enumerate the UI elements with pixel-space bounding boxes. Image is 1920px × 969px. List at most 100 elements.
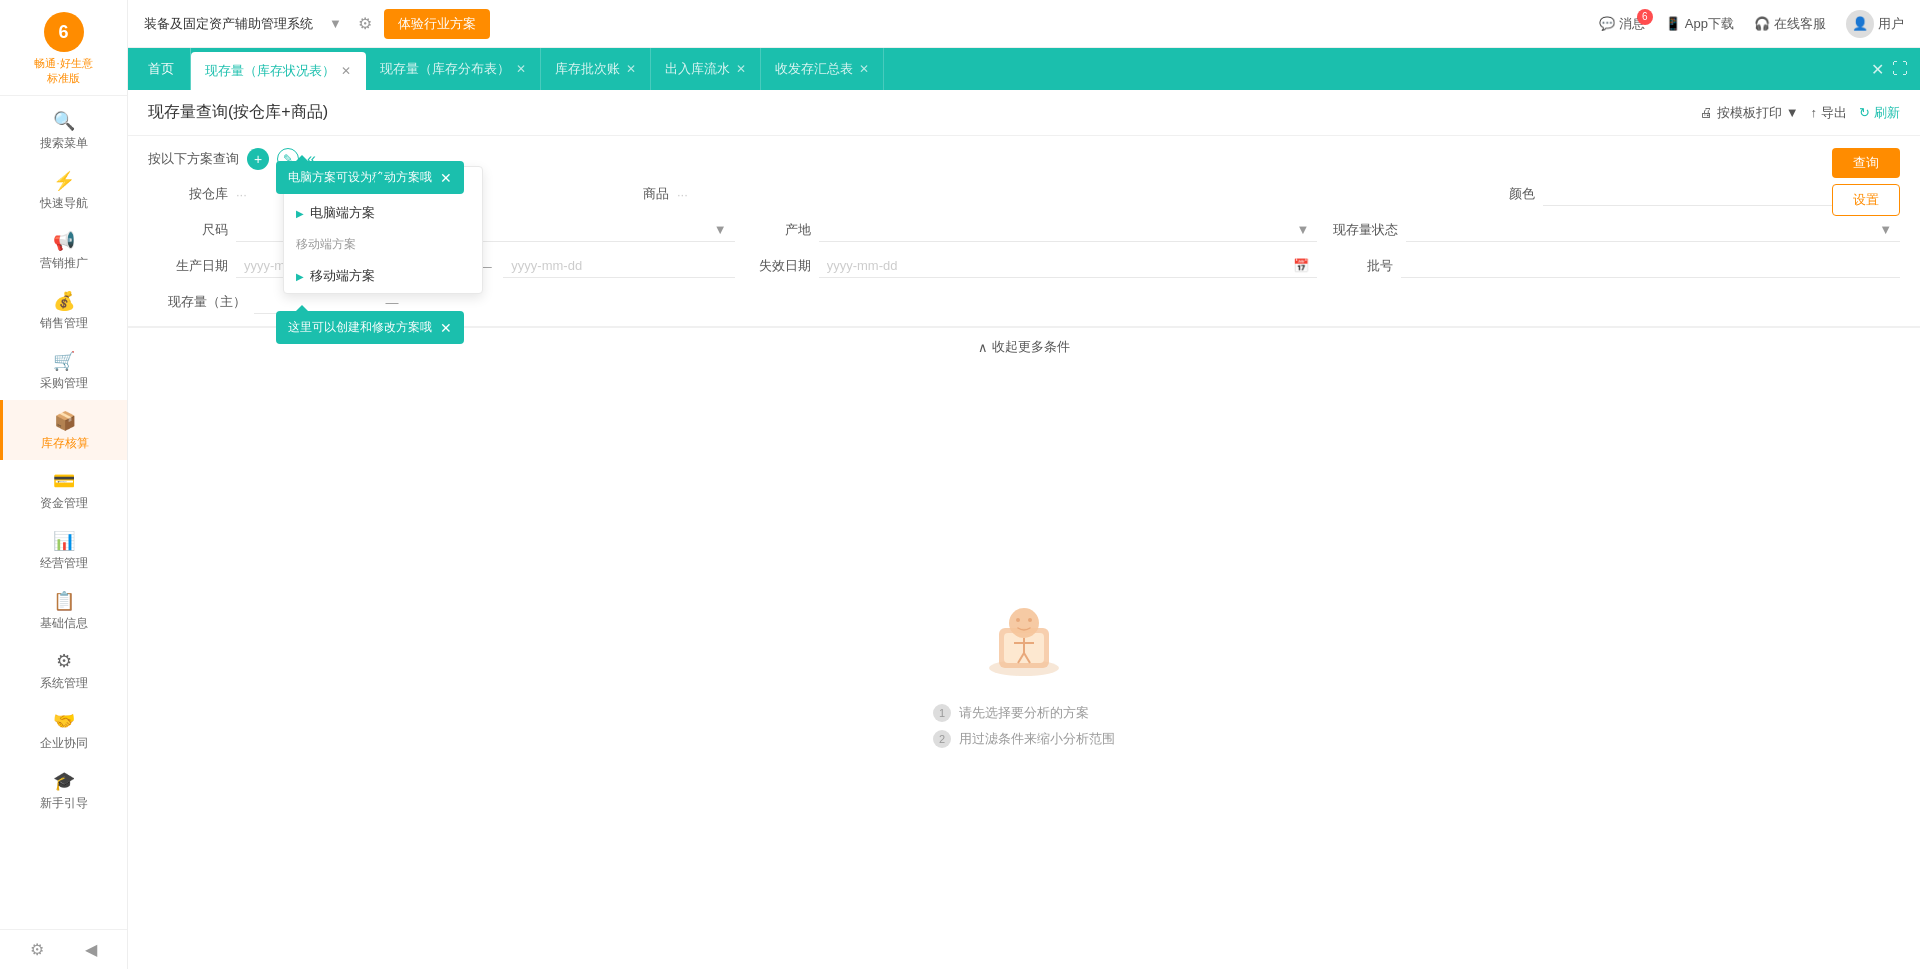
filter-action-buttons: 查询 设置	[1832, 148, 1900, 216]
tab-inventory-status[interactable]: 现存量（库存状况表） ✕	[191, 52, 366, 90]
scheme-item-pc[interactable]: ▶ 电脑端方案	[284, 196, 482, 230]
tab-batch-ledger[interactable]: 库存批次账 ✕	[541, 48, 651, 90]
sidebar-item-operations[interactable]: 📊 经营管理	[0, 520, 127, 580]
online-support-button[interactable]: 🎧 在线客服	[1754, 15, 1826, 33]
sidebar-item-guide[interactable]: 🎓 新手引导	[0, 760, 127, 820]
headset-icon: 🎧	[1754, 16, 1770, 31]
tab-inventory-dist[interactable]: 现存量（库存分布表） ✕	[366, 48, 541, 90]
content-area: 现存量查询(按仓库+商品) 🖨 按模板打印 ▼ ↑ 导出 ↻ 刷新	[128, 90, 1920, 969]
scheme-item-label-pc: 电脑端方案	[310, 204, 375, 222]
tab-close-receive-summary[interactable]: ✕	[859, 62, 869, 76]
user-menu[interactable]: 👤 用户	[1846, 10, 1904, 38]
filter-cell-batch: 批号	[1333, 254, 1900, 278]
svg-point-4	[1016, 618, 1020, 622]
batch-label: 批号	[1333, 257, 1393, 275]
search-button[interactable]: 查询	[1832, 148, 1900, 178]
filter-cell-origin: 产地 ▼	[751, 218, 1318, 242]
trial-button[interactable]: 体验行业方案	[384, 9, 490, 39]
origin-label: 产地	[751, 221, 811, 239]
size-label: 尺码	[168, 221, 228, 239]
scheme-item-mobile[interactable]: ▶ 移动端方案	[284, 259, 482, 293]
operations-nav-icon: 📊	[53, 530, 75, 552]
collapse-button[interactable]: ∧ 收起更多条件	[978, 338, 1070, 356]
refresh-icon: ↻	[1859, 105, 1870, 120]
stock-status-select-arrow-icon: ▼	[1879, 222, 1892, 237]
scheme-tooltip-1: 电脑方案可设为移动方案哦 ✕	[276, 161, 464, 194]
collapse-sidebar-icon[interactable]: ◀	[85, 940, 97, 959]
tab-close-inventory-status[interactable]: ✕	[341, 64, 351, 78]
stock-status-select[interactable]: ▼	[1406, 218, 1900, 242]
tab-close-all-icon[interactable]: ✕	[1871, 60, 1884, 79]
page-content: 现存量查询(按仓库+商品) 🖨 按模板打印 ▼ ↑ 导出 ↻ 刷新	[128, 90, 1920, 969]
tab-close-batch-ledger[interactable]: ✕	[626, 62, 636, 76]
export-button[interactable]: ↑ 导出	[1811, 104, 1848, 122]
sidebar-item-sales[interactable]: 💰 销售管理	[0, 280, 127, 340]
tab-in-out-flow[interactable]: 出入库流水 ✕	[651, 48, 761, 90]
sidebar-item-inventory[interactable]: 📦 库存核算	[0, 400, 127, 460]
dropdown-arrow-icon: ▼	[329, 16, 342, 31]
exp-date-start-input[interactable]	[827, 258, 1290, 273]
empty-state: 1 请先选择要分析的方案 2 用过滤条件来缩小分析范围	[128, 366, 1920, 969]
tab-receive-summary[interactable]: 收发存汇总表 ✕	[761, 48, 884, 90]
filter-area: 按以下方案查询 + ✎ « 电脑方案可设为移动方案哦 ✕ 电脑端方案 ▶ 电脑端…	[128, 136, 1920, 327]
scheme-arrow-mobile-icon: ▶	[296, 271, 304, 282]
warehouse-dots[interactable]: ···	[236, 187, 247, 202]
color-label: 颜色	[1475, 185, 1535, 203]
sidebar-item-basic[interactable]: 📋 基础信息	[0, 580, 127, 640]
origin-select[interactable]: ▼	[819, 218, 1318, 242]
warehouse-label: 按仓库	[168, 185, 228, 203]
batch-input[interactable]	[1401, 254, 1900, 278]
sidebar-item-finance[interactable]: 💳 资金管理	[0, 460, 127, 520]
print-button[interactable]: 🖨 按模板打印 ▼	[1700, 104, 1799, 122]
exp-date-label: 失效日期	[751, 257, 811, 275]
scheme-group-mobile-title: 移动端方案	[284, 230, 482, 259]
tooltip2-close-button[interactable]: ✕	[440, 320, 452, 336]
sidebar-item-system[interactable]: ⚙ 系统管理	[0, 640, 127, 700]
page-actions: 🖨 按模板打印 ▼ ↑ 导出 ↻ 刷新	[1700, 104, 1900, 122]
message-icon: 💬	[1599, 16, 1615, 31]
goods-dots[interactable]: ···	[677, 187, 688, 202]
sidebar-item-marketing[interactable]: 📢 营销推广	[0, 220, 127, 280]
origin-select-arrow-icon: ▼	[1296, 222, 1309, 237]
tip-num-2: 2	[933, 730, 951, 748]
tab-bar: 首页 现存量（库存状况表） ✕ 现存量（库存分布表） ✕ 库存批次账 ✕ 出入库…	[128, 48, 1920, 90]
sidebar: 6 畅通·好生意 标准版 🔍 搜索菜单 ⚡ 快速导航 📢 营销推广 💰 销售管理…	[0, 0, 128, 969]
page-header: 现存量查询(按仓库+商品) 🖨 按模板打印 ▼ ↑ 导出 ↻ 刷新	[128, 90, 1920, 136]
app-download-button[interactable]: 📱 App下载	[1665, 15, 1734, 33]
mobile-icon: 📱	[1665, 16, 1681, 31]
exp-date-calendar-icon[interactable]: 📅	[1293, 258, 1309, 273]
sales-nav-icon: 💰	[53, 290, 75, 312]
sidebar-item-quick[interactable]: ⚡ 快速导航	[0, 160, 127, 220]
finance-nav-icon: 💳	[53, 470, 75, 492]
basic-nav-icon: 📋	[53, 590, 75, 612]
tab-close-inventory-dist[interactable]: ✕	[516, 62, 526, 76]
tooltip1-close-button[interactable]: ✕	[440, 170, 452, 186]
header-settings-icon[interactable]: ⚙	[358, 14, 372, 33]
messages-button[interactable]: 💬 6 消息	[1599, 15, 1645, 33]
prod-date-end	[503, 254, 734, 278]
app-logo: 6 畅通·好生意 标准版	[0, 0, 127, 96]
system-title: 装备及固定资产辅助管理系统	[144, 15, 313, 33]
empty-illustration	[974, 588, 1074, 688]
sidebar-item-search[interactable]: 🔍 搜索菜单	[0, 100, 127, 160]
print-dropdown-icon: ▼	[1786, 105, 1799, 120]
filter-label: 按以下方案查询	[148, 150, 239, 168]
scheme-tooltip-2: 这里可以创建和修改方案哦 ✕	[276, 311, 464, 344]
prod-date-end-input[interactable]	[511, 258, 726, 273]
tab-close-in-out-flow[interactable]: ✕	[736, 62, 746, 76]
tab-home[interactable]: 首页	[132, 48, 191, 90]
avatar: 👤	[1846, 10, 1874, 38]
settings-bottom-icon[interactable]: ⚙	[30, 940, 44, 959]
header-left: 装备及固定资产辅助管理系统 ▼ ⚙ 体验行业方案	[144, 9, 490, 39]
tab-fullscreen-icon[interactable]: ⛶	[1892, 60, 1908, 78]
sidebar-nav: 🔍 搜索菜单 ⚡ 快速导航 📢 营销推广 💰 销售管理 🛒 采购管理 📦 库存核…	[0, 96, 127, 929]
scheme-item-label-mobile: 移动端方案	[310, 267, 375, 285]
sidebar-item-purchase[interactable]: 🛒 采购管理	[0, 340, 127, 400]
sidebar-item-enterprise[interactable]: 🤝 企业协同	[0, 700, 127, 760]
collapse-up-icon: ∧	[978, 340, 988, 355]
refresh-button[interactable]: ↻ 刷新	[1859, 104, 1900, 122]
reset-button[interactable]: 设置	[1832, 184, 1900, 216]
highlight-dot	[374, 174, 384, 184]
add-scheme-button[interactable]: +	[247, 148, 269, 170]
svg-point-5	[1028, 618, 1032, 622]
